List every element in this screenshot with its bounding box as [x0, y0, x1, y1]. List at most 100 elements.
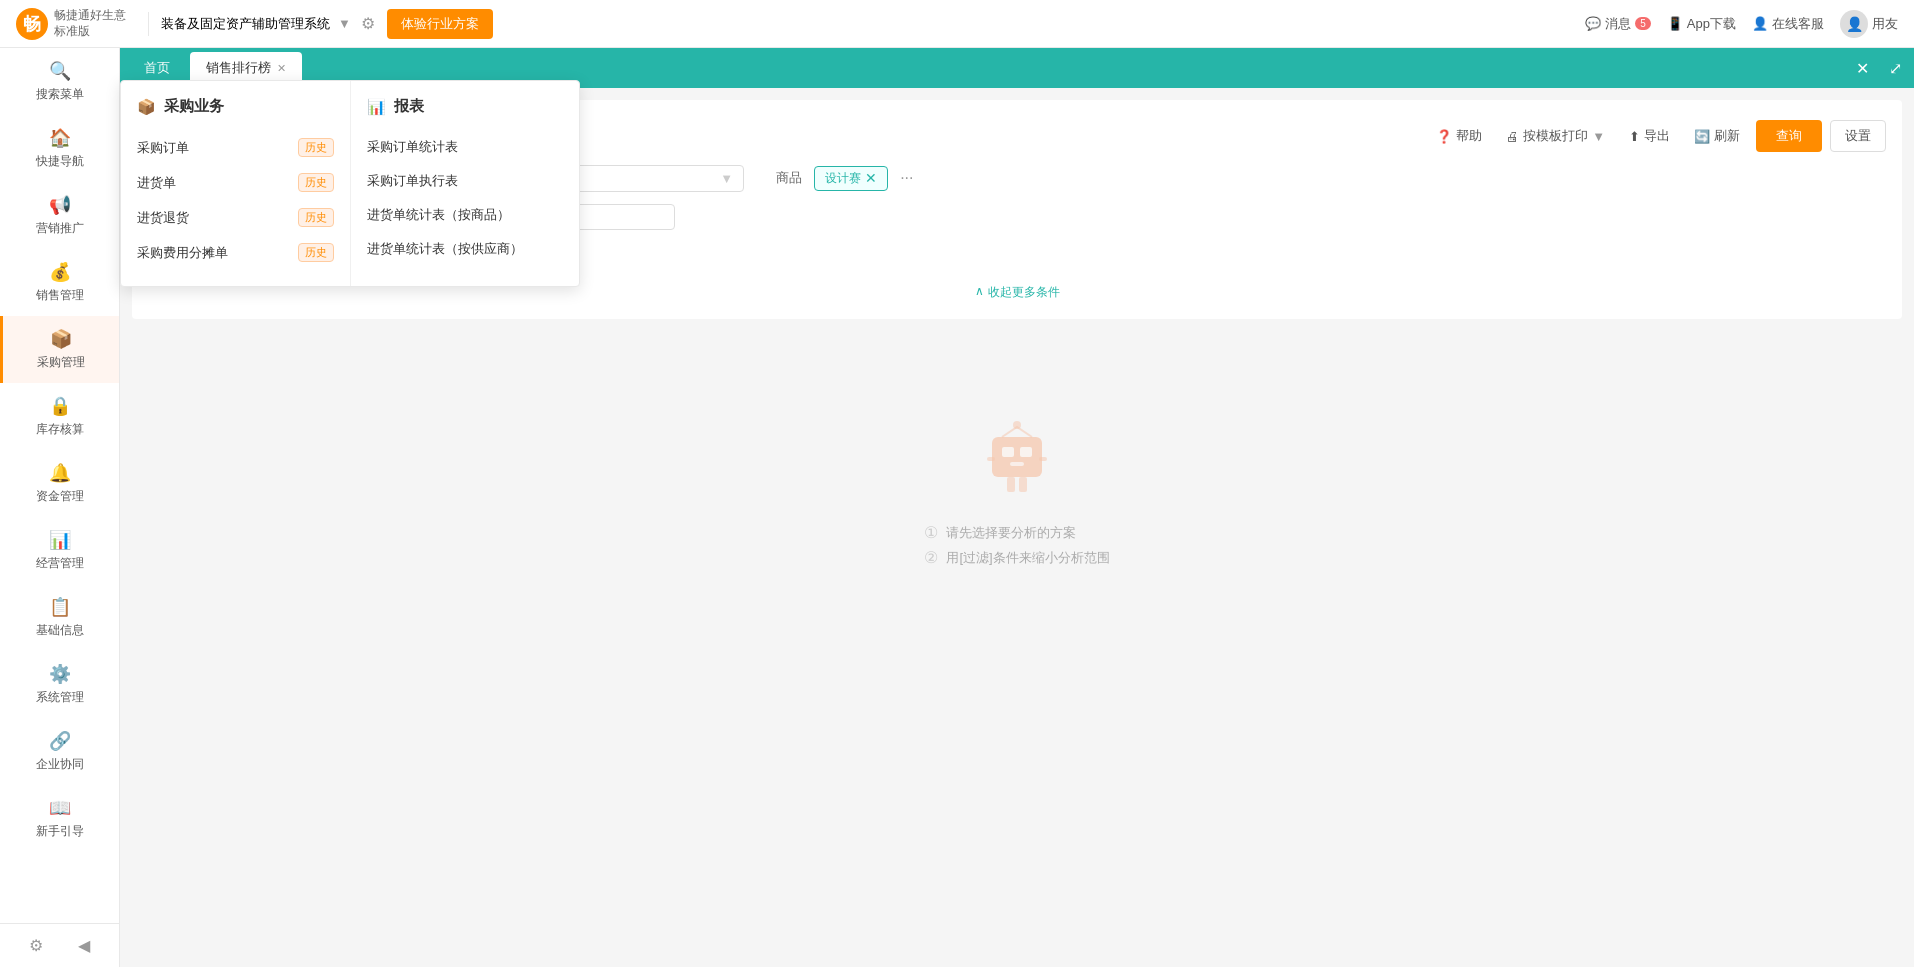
purchase-dropdown-menu: 📦 采购业务 采购订单 历史 进货单 历史 进货退货 历史 采购费用分摊单 历史…	[120, 80, 580, 287]
finance-icon: 🔔	[49, 462, 71, 484]
dropdown-item-incoming-stats-supplier[interactable]: 进货单统计表（按供应商）	[367, 232, 564, 266]
collapse-sidebar-icon[interactable]: ◀	[78, 936, 90, 955]
message-badge: 5	[1635, 17, 1651, 30]
app-download-btn[interactable]: 📱 App下载	[1667, 15, 1736, 33]
goods-ellipsis[interactable]: ···	[900, 169, 913, 187]
help-icon: ❓	[1436, 129, 1452, 144]
divider	[148, 12, 149, 36]
tab-bar-expand-icon[interactable]: ⤢	[1885, 59, 1906, 78]
refresh-icon: 🔄	[1694, 129, 1710, 144]
settings-icon[interactable]: ⚙	[361, 14, 375, 33]
svg-rect-7	[1007, 477, 1015, 492]
sidebar-item-guide[interactable]: 📖 新手引导	[0, 785, 119, 852]
dropdown-item-return[interactable]: 进货退货 历史	[137, 200, 334, 235]
phone-icon: 📱	[1667, 16, 1683, 31]
refresh-btn[interactable]: 🔄 刷新	[1686, 123, 1748, 149]
history-badge-incoming: 历史	[298, 173, 334, 192]
message-icon: 💬	[1585, 16, 1601, 31]
svg-rect-0	[992, 437, 1042, 477]
guide-icon: 📖	[49, 797, 71, 819]
search-icon: 🔍	[49, 60, 71, 82]
system-icon: ⚙️	[49, 663, 71, 685]
hint1-bullet: ①	[924, 523, 938, 542]
status-dropdown-icon: ▼	[720, 171, 733, 186]
dropdown-item-expense[interactable]: 采购费用分摊单 历史	[137, 235, 334, 270]
sidebar-item-finance[interactable]: 🔔 资金管理	[0, 450, 119, 517]
dropdown-arrow-icon: ▼	[338, 16, 351, 31]
sidebar-item-quicknav[interactable]: 🏠 快捷导航	[0, 115, 119, 182]
sidebar-footer: ⚙ ◀	[0, 923, 119, 967]
logo-area: 畅 畅捷通好生意 标准版	[16, 8, 136, 40]
empty-state: ① 请先选择要分析的方案 ② 用[过滤]条件来缩小分析范围	[132, 327, 1902, 647]
query-btn[interactable]: 查询	[1756, 120, 1822, 152]
logo-text: 畅捷通好生意 标准版	[54, 8, 126, 39]
inventory-icon: 🔒	[49, 395, 71, 417]
help-btn[interactable]: ❓ 帮助	[1428, 123, 1490, 149]
dropdown-report-title: 📊 报表	[367, 97, 564, 116]
sidebar-item-system[interactable]: ⚙️ 系统管理	[0, 651, 119, 718]
print-icon: 🖨	[1506, 129, 1519, 144]
history-badge-return: 历史	[298, 208, 334, 227]
dropdown-item-order-exec[interactable]: 采购订单执行表	[367, 164, 564, 198]
svg-rect-4	[987, 457, 995, 461]
basicinfo-icon: 📋	[49, 596, 71, 618]
marketing-icon: 📢	[49, 194, 71, 216]
logo-icon: 畅	[16, 8, 48, 40]
top-bar-actions: 💬 消息 5 📱 App下载 👤 在线客服 👤 用友	[1585, 10, 1898, 38]
print-btn[interactable]: 🖨 按模板打印 ▼	[1498, 123, 1613, 149]
user-btn[interactable]: 👤 用友	[1840, 10, 1898, 38]
settings-footer-icon[interactable]: ⚙	[29, 936, 43, 955]
svg-rect-3	[1010, 462, 1024, 466]
svg-point-6	[1013, 421, 1021, 429]
home-icon: 🏠	[49, 127, 71, 149]
svg-rect-2	[1020, 447, 1032, 457]
tab-close-icon[interactable]: ✕	[277, 62, 286, 75]
dropdown-item-incoming[interactable]: 进货单 历史	[137, 165, 334, 200]
svg-rect-8	[1019, 477, 1027, 492]
sidebar-item-basicinfo[interactable]: 📋 基础信息	[0, 584, 119, 651]
goods-label: 商品	[776, 169, 802, 187]
system-title[interactable]: 装备及固定资产辅助管理系统 ▼ ⚙	[161, 14, 375, 33]
operations-icon: 📊	[49, 529, 71, 551]
sidebar-item-inventory[interactable]: 🔒 库存核算	[0, 383, 119, 450]
history-badge-purchase-order: 历史	[298, 138, 334, 157]
dropdown-purchase-title: 📦 采购业务	[137, 97, 334, 116]
export-btn[interactable]: ⬆ 导出	[1621, 123, 1678, 149]
dropdown-item-incoming-stats-goods[interactable]: 进货单统计表（按商品）	[367, 198, 564, 232]
hint2-bullet: ②	[924, 548, 938, 567]
history-badge-expense: 历史	[298, 243, 334, 262]
industry-btn[interactable]: 体验行业方案	[387, 9, 493, 39]
avatar: 👤	[1840, 10, 1868, 38]
goods-tag-close-icon[interactable]: ✕	[865, 170, 877, 186]
svg-rect-1	[1002, 447, 1014, 457]
dropdown-item-purchase-order[interactable]: 采购订单 历史	[137, 130, 334, 165]
purchase-title-icon: 📦	[137, 98, 156, 116]
top-bar: 畅 畅捷通好生意 标准版 装备及固定资产辅助管理系统 ▼ ⚙ 体验行业方案 💬 …	[0, 0, 1914, 48]
sidebar-item-operations[interactable]: 📊 经营管理	[0, 517, 119, 584]
empty-hint2: 用[过滤]条件来缩小分析范围	[946, 549, 1109, 567]
empty-hint1: 请先选择要分析的方案	[946, 524, 1076, 542]
dropdown-purchase-section: 📦 采购业务 采购订单 历史 进货单 历史 进货退货 历史 采购费用分摊单 历史	[121, 81, 351, 286]
collapse-icon: ∧	[975, 284, 984, 301]
dropdown-item-order-stats[interactable]: 采购订单统计表	[367, 130, 564, 164]
dropdown-report-section: 📊 报表 采购订单统计表 采购订单执行表 进货单统计表（按商品） 进货单统计表（…	[351, 81, 580, 286]
report-title-icon: 📊	[367, 98, 386, 116]
sidebar-item-purchase[interactable]: 📦 采购管理	[0, 316, 119, 383]
sidebar-item-cooperation[interactable]: 🔗 企业协同	[0, 718, 119, 785]
goods-tag: 设计赛 ✕	[814, 166, 888, 191]
message-btn[interactable]: 💬 消息 5	[1585, 15, 1651, 33]
sidebar-item-marketing[interactable]: 📢 营销推广	[0, 182, 119, 249]
print-dropdown-icon: ▼	[1592, 129, 1605, 144]
settings-filter-btn[interactable]: 设置	[1830, 120, 1886, 152]
sidebar-item-search[interactable]: 🔍 搜索菜单	[0, 48, 119, 115]
service-icon: 👤	[1752, 16, 1768, 31]
svg-rect-5	[1039, 457, 1047, 461]
sidebar-item-sales[interactable]: 💰 销售管理	[0, 249, 119, 316]
tab-bar-close-icon[interactable]: ✕	[1848, 59, 1877, 78]
sidebar: 🔍 搜索菜单 🏠 快捷导航 📢 营销推广 💰 销售管理 📦 采购管理 🔒	[0, 48, 120, 967]
purchase-icon: 📦	[50, 328, 72, 350]
empty-illustration	[967, 407, 1067, 507]
online-service-btn[interactable]: 👤 在线客服	[1752, 15, 1824, 33]
cooperation-icon: 🔗	[49, 730, 71, 752]
sales-icon: 💰	[49, 261, 71, 283]
